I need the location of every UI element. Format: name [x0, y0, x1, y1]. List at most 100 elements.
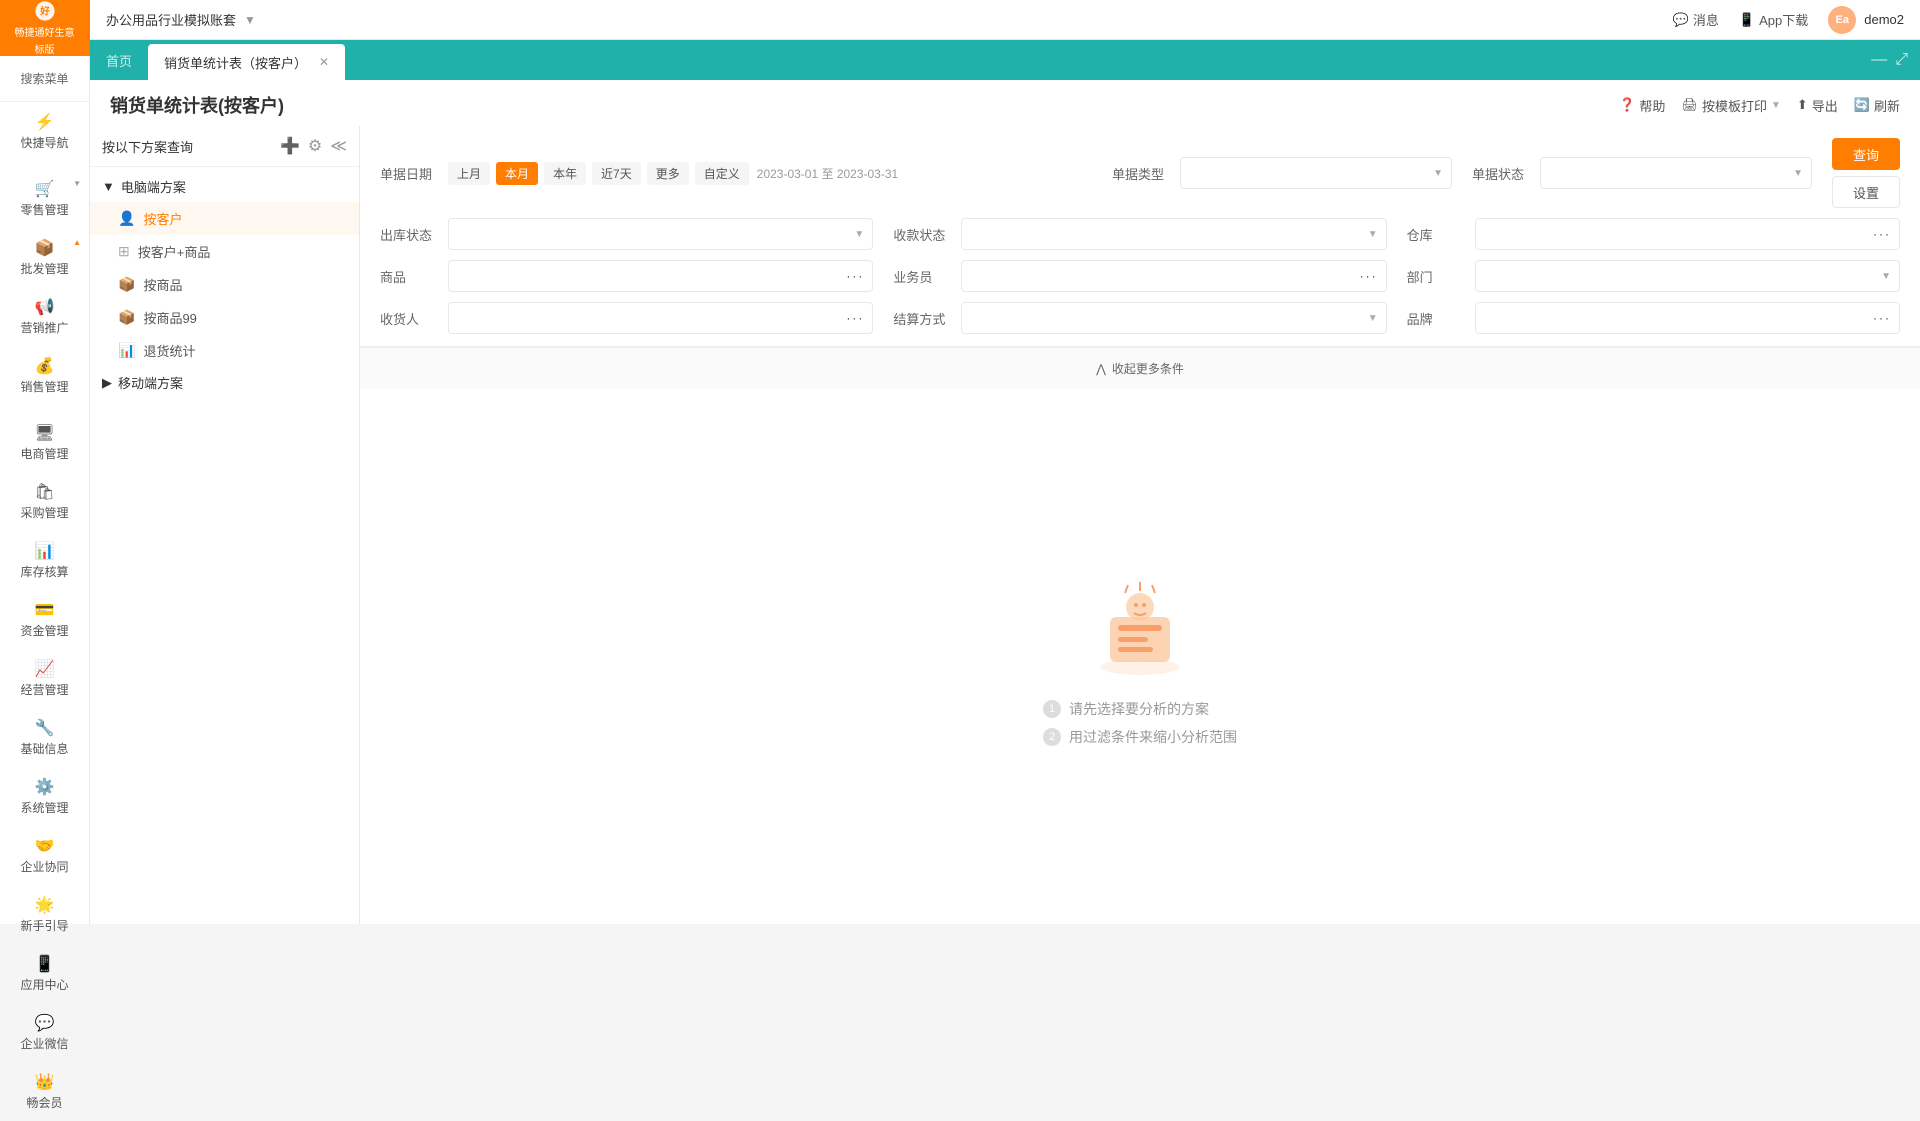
- warehouse-control[interactable]: ···: [1475, 218, 1900, 250]
- brand-dots[interactable]: ···: [1873, 311, 1891, 325]
- filter-doc-type: 单据类型 ▼: [1112, 157, 1452, 189]
- scheme-group-desktop[interactable]: ▼ 电脑端方案: [90, 171, 359, 202]
- out-status-label: 出库状态: [380, 225, 440, 244]
- brand-control[interactable]: ···: [1475, 302, 1900, 334]
- receipt-status-control[interactable]: ▼: [961, 218, 1386, 250]
- salesperson-dots[interactable]: ···: [1360, 269, 1378, 283]
- filter-product: 商品 ···: [380, 260, 873, 292]
- refresh-button[interactable]: 🔄 刷新: [1854, 96, 1900, 115]
- date-this-year-btn[interactable]: 本年: [544, 162, 586, 185]
- doc-type-control[interactable]: ▼: [1180, 157, 1452, 189]
- date-filter-buttons: 上月 本月 本年 近7天 更多 自定义: [448, 162, 749, 185]
- sidebar-item-wechat[interactable]: 💬 企业微信: [0, 1003, 89, 1062]
- date-custom-btn[interactable]: 自定义: [695, 162, 749, 185]
- date-more-btn[interactable]: 更多: [647, 162, 689, 185]
- sidebar-item-finance[interactable]: 💳 资金管理: [0, 590, 89, 649]
- sidebar-item-enterprise[interactable]: 🤝 企业协同: [0, 826, 89, 885]
- export-button[interactable]: ⬆ 导出: [1797, 96, 1838, 115]
- refresh-label: 刷新: [1874, 96, 1900, 115]
- scheme-group-mobile[interactable]: ▶ 移动端方案: [90, 367, 359, 398]
- left-panel-header: 按以下方案查询 ➕ ⚙ ≪: [90, 126, 359, 167]
- sidebar-item-sales[interactable]: 💰 销售管理: [0, 346, 89, 405]
- sidebar-item-marketing[interactable]: 📢 营销推广: [0, 287, 89, 346]
- member-label: 畅会员: [26, 1094, 62, 1111]
- salesperson-control[interactable]: ···: [961, 260, 1386, 292]
- help-button[interactable]: ❓ 帮助: [1619, 96, 1665, 115]
- filter-brand: 品牌 ···: [1407, 302, 1900, 334]
- add-scheme-icon[interactable]: ➕: [280, 136, 300, 156]
- app-download-action[interactable]: 📱 App下载: [1739, 10, 1808, 29]
- sidebar-logo[interactable]: 好 畅捷通好生意 标版: [0, 0, 90, 56]
- message-action[interactable]: 💬 消息: [1673, 10, 1719, 29]
- tip-num-1: 1: [1043, 700, 1061, 718]
- collapse-up-icon: ⋀: [1096, 362, 1106, 376]
- out-status-control[interactable]: ▼: [448, 218, 873, 250]
- system-icon: ⚙️: [35, 777, 55, 797]
- payment-control[interactable]: ▼: [961, 302, 1386, 334]
- app-download-icon: 📱: [1739, 12, 1755, 28]
- sidebar-item-system[interactable]: ⚙️ 系统管理: [0, 767, 89, 826]
- warehouse-dots[interactable]: ···: [1873, 227, 1891, 241]
- tab-bar: 首页 销货单统计表（按客户） ✕ — ⤢: [90, 40, 1920, 80]
- purchase-label: 采购管理: [20, 504, 68, 521]
- department-label: 部门: [1407, 267, 1467, 286]
- date-this-month-btn[interactable]: 本月: [496, 162, 538, 185]
- tab-maximize-icon[interactable]: ⤢: [1895, 51, 1908, 69]
- tab-home[interactable]: 首页: [90, 40, 148, 80]
- tab-minimize-icon[interactable]: —: [1871, 51, 1887, 69]
- sidebar-item-guide[interactable]: ⚡ 快捷导航: [0, 102, 89, 161]
- user-area[interactable]: Ea demo2: [1828, 6, 1904, 34]
- scheme-group-mobile-header[interactable]: ▶ 移动端方案: [90, 367, 359, 398]
- filter-row-2: 出库状态 ▼ 收款状态 ▼: [380, 218, 1900, 250]
- tab-close-icon[interactable]: ✕: [319, 55, 329, 69]
- collapse-section: ⋀ 收起更多条件: [360, 347, 1920, 389]
- by-customer-product-icon: ⊞: [118, 243, 130, 260]
- sidebar-item-ecommerce[interactable]: 🖥 电商管理: [0, 413, 89, 472]
- filter-receipt-status: 收款状态 ▼: [893, 218, 1386, 250]
- scheme-group-desktop-arrow: ▼: [102, 179, 115, 194]
- scheme-item-refund[interactable]: 📊 退货统计: [90, 334, 359, 367]
- receiver-dots[interactable]: ···: [846, 311, 864, 325]
- sidebar-item-apps[interactable]: 📱 应用中心: [0, 944, 89, 1003]
- sidebar-item-newbie[interactable]: 🌟 新手引导: [0, 885, 89, 944]
- settings-button[interactable]: 设置: [1832, 176, 1900, 208]
- filter-row-4: 收货人 ··· 结算方式 ▼: [380, 302, 1900, 334]
- doc-type-arrow: ▼: [1433, 168, 1443, 179]
- sidebar-item-business[interactable]: 📈 经营管理: [0, 649, 89, 708]
- header-left: 办公用品行业模拟账套 ▼: [106, 10, 256, 29]
- sidebar-item-member[interactable]: 👑 畅会员: [0, 1062, 89, 1121]
- product-dots[interactable]: ···: [846, 269, 864, 283]
- sidebar-item-basic[interactable]: 🔧 基础信息: [0, 708, 89, 767]
- collapse-panel-icon[interactable]: ≪: [330, 136, 347, 156]
- help-label: 帮助: [1639, 96, 1665, 115]
- filter-out-status: 出库状态 ▼: [380, 218, 873, 250]
- query-button[interactable]: 查询: [1832, 138, 1900, 170]
- print-button[interactable]: 🖨 按模板打印 ▼: [1681, 96, 1780, 115]
- date-last-7-btn[interactable]: 近7天: [592, 162, 641, 185]
- scheme-item-by-product-99[interactable]: 📦 按商品99: [90, 301, 359, 334]
- scheme-group-desktop-header[interactable]: ▼ 电脑端方案: [90, 171, 359, 202]
- tab-sales-stats[interactable]: 销货单统计表（按客户） ✕: [148, 44, 345, 80]
- settings-scheme-icon[interactable]: ⚙: [308, 136, 322, 156]
- right-panel: 单据日期 上月 本月 本年 近7天 更多 自定义 2023-03-01 至 20…: [360, 126, 1920, 924]
- sales-label: 销售管理: [20, 378, 68, 395]
- search-menu-label[interactable]: 搜索菜单: [20, 64, 68, 93]
- department-control[interactable]: ▼: [1475, 260, 1900, 292]
- sidebar-item-wholesale[interactable]: 📦 批发管理 ▲: [0, 228, 89, 287]
- page-header: 销货单统计表(按客户) ❓ 帮助 🖨 按模板打印 ▼ ⬆ 导出 🔄 刷新: [90, 80, 1920, 126]
- sidebar-item-inventory[interactable]: 📊 库存核算: [0, 531, 89, 590]
- header-dropdown-icon[interactable]: ▼: [244, 13, 256, 27]
- sidebar-item-purchase[interactable]: 🛍 采购管理: [0, 472, 89, 531]
- collapse-btn[interactable]: ⋀ 收起更多条件: [1096, 354, 1184, 383]
- scheme-item-by-product[interactable]: 📦 按商品: [90, 268, 359, 301]
- product-control[interactable]: ···: [448, 260, 873, 292]
- date-last-month-btn[interactable]: 上月: [448, 162, 490, 185]
- sidebar-search[interactable]: 搜索菜单: [0, 56, 89, 102]
- sidebar-item-retail[interactable]: 🛒 零售管理 ▼: [0, 169, 89, 228]
- doc-status-control[interactable]: ▼: [1540, 157, 1812, 189]
- empty-tip-2: 2 用过滤条件来缩小分析范围: [1043, 727, 1237, 747]
- scheme-item-by-customer-product[interactable]: ⊞ 按客户+商品: [90, 235, 359, 268]
- scheme-item-by-customer[interactable]: 👤 按客户: [90, 202, 359, 235]
- ecommerce-icon: 🖥: [34, 423, 54, 443]
- receiver-control[interactable]: ···: [448, 302, 873, 334]
